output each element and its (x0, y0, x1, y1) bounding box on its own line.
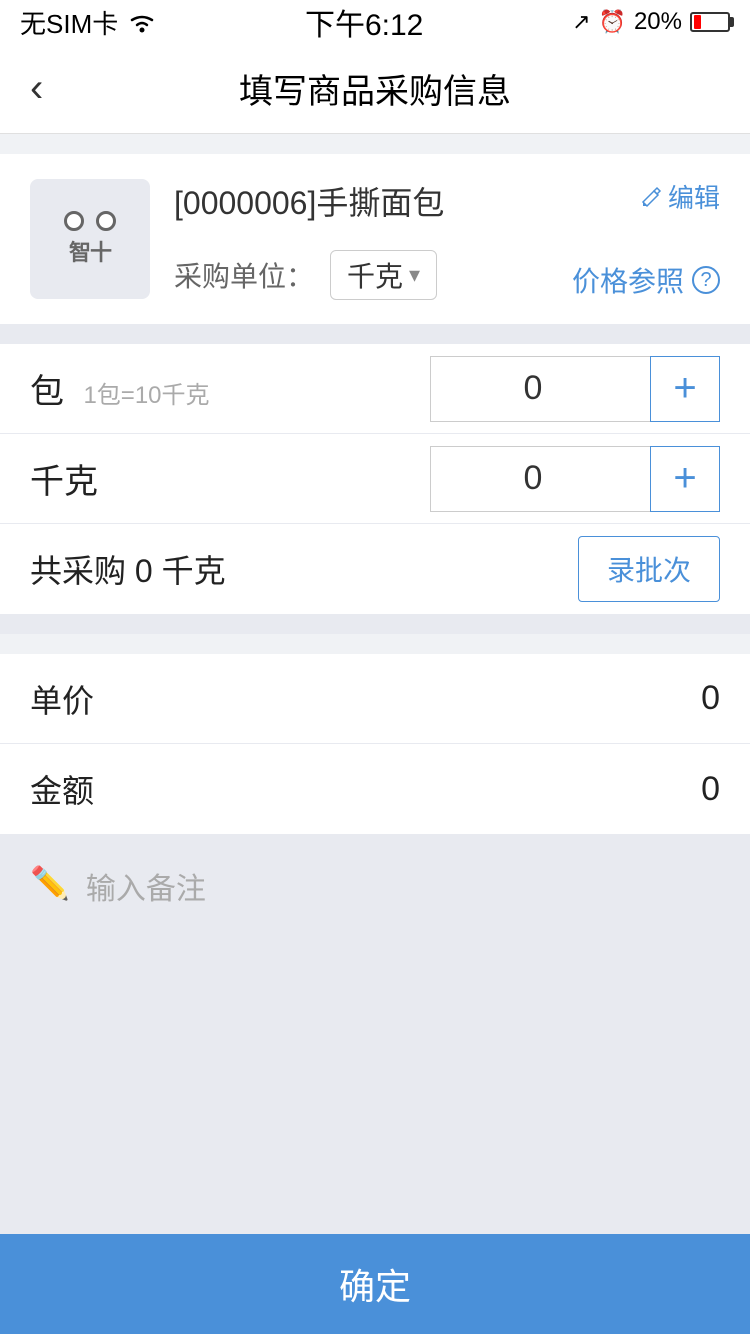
unit-price-label: 单价 (30, 676, 94, 722)
price-section: 单价 0 金额 0 (0, 654, 750, 834)
battery-percent: 20% (634, 8, 682, 36)
batch-button[interactable]: 录批次 (578, 536, 720, 602)
bag-quantity-input[interactable] (430, 356, 650, 422)
kg-plus-button[interactable]: + (650, 446, 720, 512)
status-time: 下午6:12 (305, 0, 423, 44)
unit-select[interactable]: 千克 ▾ (330, 250, 437, 300)
summary-text: 共采购 0 千克 (30, 546, 226, 592)
unit-row: 采购单位： 千克 ▾ (174, 250, 437, 300)
bag-input-row: 包 1包=10千克 + (0, 344, 750, 434)
bag-plus-button[interactable]: + (650, 356, 720, 422)
alarm-icon: ⏰ (599, 9, 626, 35)
input-section: 包 1包=10千克 + 千克 + (0, 344, 750, 524)
product-name: [0000006]手撕面包 (174, 178, 444, 224)
amount-value: 0 (701, 770, 720, 809)
status-indicators: ↗ ⏰ 20% (572, 8, 730, 36)
wifi-icon (128, 11, 156, 33)
status-carrier: 无SIM卡 (20, 4, 156, 41)
product-card: 智十 [0000006]手撕面包 编辑 采购单位： 千克 ▾ (0, 154, 750, 324)
confirm-button[interactable]: 确定 (0, 1234, 750, 1334)
nav-bar: ‹ 填写商品采购信息 (0, 44, 750, 134)
unit-price-value: 0 (701, 679, 720, 718)
page-title: 填写商品采购信息 (239, 64, 511, 113)
chevron-down-icon: ▾ (409, 262, 420, 288)
section-separator-1 (0, 324, 750, 344)
back-button[interactable]: ‹ (30, 66, 43, 111)
kg-input-row: 千克 + (0, 434, 750, 524)
battery-icon (690, 12, 730, 32)
section-separator-2 (0, 614, 750, 634)
status-bar: 无SIM卡 下午6:12 ↗ ⏰ 20% (0, 0, 750, 44)
bag-input-control: + (430, 356, 720, 422)
pencil-icon: ✏️ (30, 864, 70, 902)
notes-placeholder: 输入备注 (86, 864, 206, 908)
location-icon: ↗ (572, 9, 590, 35)
price-ref-button[interactable]: 价格参照 ? (572, 260, 720, 300)
unit-price-row: 单价 0 (0, 654, 750, 744)
kg-quantity-input[interactable] (430, 446, 650, 512)
amount-row: 金额 0 (0, 744, 750, 834)
bag-label: 包 1包=10千克 (30, 364, 210, 413)
amount-label: 金额 (30, 766, 94, 812)
kg-input-control: + (430, 446, 720, 512)
bag-sublabel: 1包=10千克 (83, 382, 209, 409)
summary-row: 共采购 0 千克 录批次 (0, 524, 750, 614)
product-logo: 智十 (50, 199, 130, 279)
kg-label: 千克 (30, 454, 98, 503)
product-image: 智十 (30, 179, 150, 299)
notes-section[interactable]: ✏️ 输入备注 (0, 834, 750, 954)
edit-button[interactable]: 编辑 (640, 178, 720, 215)
help-icon: ? (692, 266, 720, 294)
product-info: [0000006]手撕面包 编辑 采购单位： 千克 ▾ 价格参照 ? (174, 178, 720, 300)
edit-icon (640, 186, 662, 208)
